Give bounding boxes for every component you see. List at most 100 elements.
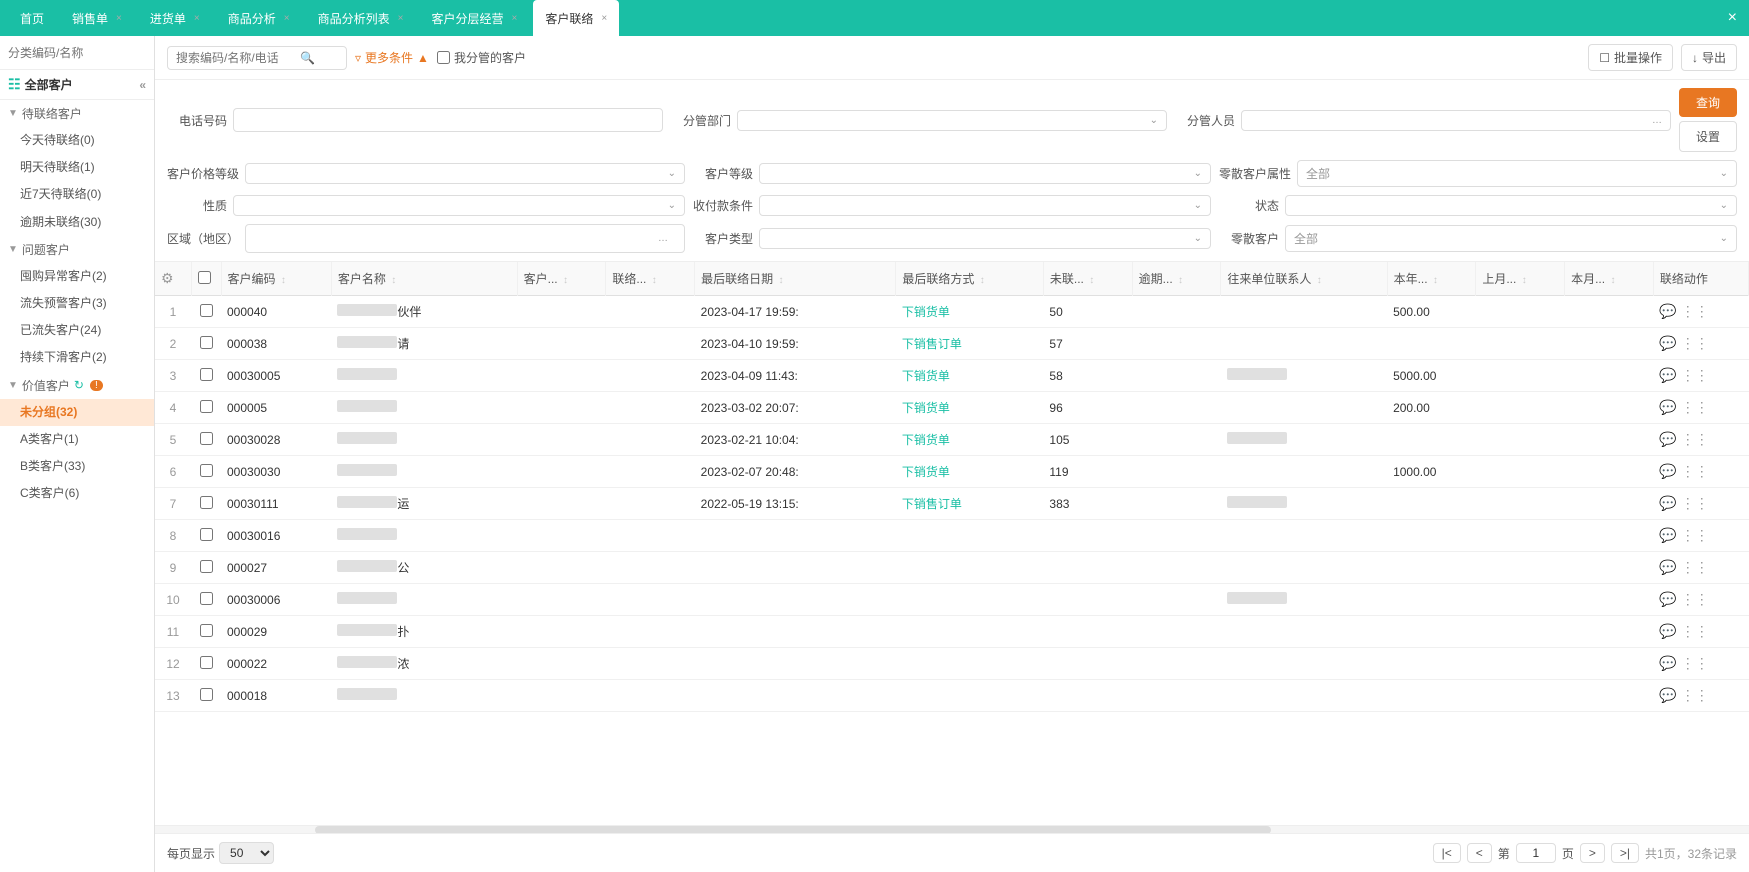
message-icon[interactable]: 💬 (1659, 399, 1676, 416)
more-actions-icon[interactable]: ⋮⋮ (1681, 367, 1709, 384)
contact-sort-icon[interactable]: ↕ (652, 275, 657, 286)
nav-tab-analysis-list-close[interactable]: × (398, 13, 404, 24)
per-page-select[interactable]: 50 100 200 (219, 842, 274, 864)
sidebar-group-pending[interactable]: ▼ 待联络客户 (0, 100, 154, 127)
name-sort-icon[interactable]: ↕ (391, 275, 396, 286)
last-month-sort-icon[interactable]: ↕ (1522, 275, 1527, 286)
unit-contact-sort-icon[interactable]: ↕ (1317, 275, 1322, 286)
nav-tab-home[interactable]: 首页 (8, 0, 56, 36)
sidebar-item-churn-warning[interactable]: 流失预警客户(3) (0, 290, 154, 317)
payment-select[interactable]: ⌄ (759, 195, 1211, 216)
nav-tab-customer-tier-close[interactable]: × (511, 13, 517, 24)
more-actions-icon[interactable]: ⋮⋮ (1681, 495, 1709, 512)
row-checkbox[interactable] (200, 368, 213, 381)
contact-method-link[interactable]: 下销货单 (902, 369, 950, 383)
export-button[interactable]: ↓ 导出 (1681, 44, 1737, 71)
code-sort-icon[interactable]: ↕ (281, 275, 286, 286)
search-input[interactable] (176, 51, 296, 65)
nav-tab-sales-close[interactable]: × (116, 13, 122, 24)
row-checkbox[interactable] (200, 336, 213, 349)
nav-tab-customer-contact[interactable]: 客户联络 × (533, 0, 619, 36)
sidebar-item-today-pending[interactable]: 今天待联络(0) (0, 127, 154, 154)
retail-customer-select[interactable]: 全部 ⌄ (1285, 225, 1737, 252)
row-checkbox[interactable] (200, 400, 213, 413)
row-checkbox[interactable] (200, 464, 213, 477)
sidebar-item-class-b[interactable]: B类客户(33) (0, 453, 154, 480)
first-page-button[interactable]: |< (1433, 843, 1461, 863)
sidebar-item-ungrouped[interactable]: 未分组(32) (0, 399, 154, 426)
nav-tab-purchase-close[interactable]: × (194, 13, 200, 24)
nav-tab-customer-tier[interactable]: 客户分层经营 × (419, 0, 529, 36)
uncontacted-sort-icon[interactable]: ↕ (1089, 275, 1094, 286)
row-checkbox[interactable] (200, 560, 213, 573)
message-icon[interactable]: 💬 (1659, 591, 1676, 608)
sidebar-item-overdue-contact[interactable]: 逾期未联络(30) (0, 209, 154, 236)
customer-type-select[interactable]: ⌄ (759, 228, 1211, 249)
message-icon[interactable]: 💬 (1659, 367, 1676, 384)
row-checkbox[interactable] (200, 688, 213, 701)
close-all-tabs-button[interactable]: × (1724, 5, 1741, 31)
sidebar-item-class-c[interactable]: C类客户(6) (0, 480, 154, 507)
message-icon[interactable]: 💬 (1659, 527, 1676, 544)
row-checkbox[interactable] (200, 592, 213, 605)
my-customers-checkbox-container[interactable]: 我分管的客户 (437, 49, 526, 66)
dept-select[interactable]: ⌄ (737, 110, 1167, 131)
region-select[interactable]: … (245, 224, 685, 253)
message-icon[interactable]: 💬 (1659, 495, 1676, 512)
next-page-button[interactable]: > (1580, 843, 1605, 863)
manager-select[interactable]: … (1241, 110, 1671, 131)
nature-select[interactable]: ⌄ (233, 195, 685, 216)
nav-tab-customer-contact-close[interactable]: × (601, 13, 607, 24)
select-all-checkbox[interactable] (198, 271, 211, 284)
message-icon[interactable]: 💬 (1659, 623, 1676, 640)
price-level-select[interactable]: ⌄ (245, 163, 685, 184)
row-checkbox[interactable] (200, 528, 213, 541)
contact-method-link[interactable]: 下销货单 (902, 433, 950, 447)
sidebar-all-customers[interactable]: ☷ 全部客户 « (0, 70, 154, 100)
message-icon[interactable]: 💬 (1659, 463, 1676, 480)
contact-method-link[interactable]: 下销货单 (902, 465, 950, 479)
type-sort-icon[interactable]: ↕ (563, 275, 568, 286)
nav-tab-analysis-close[interactable]: × (284, 13, 290, 24)
sidebar-group-value[interactable]: ▼ 价值客户 ↻ ! (0, 372, 154, 399)
prev-page-button[interactable]: < (1467, 843, 1492, 863)
reset-button[interactable]: 设置 (1679, 121, 1737, 152)
more-actions-icon[interactable]: ⋮⋮ (1681, 303, 1709, 320)
more-actions-icon[interactable]: ⋮⋮ (1681, 527, 1709, 544)
overdue-sort-icon[interactable]: ↕ (1178, 275, 1183, 286)
more-conditions-button[interactable]: ▿ 更多条件 ▲ (355, 49, 429, 66)
contact-method-link[interactable]: 下销售订单 (902, 337, 962, 351)
page-input[interactable] (1516, 843, 1556, 863)
more-actions-icon[interactable]: ⋮⋮ (1681, 559, 1709, 576)
batch-ops-button[interactable]: ☐ 批量操作 (1588, 44, 1673, 71)
more-actions-icon[interactable]: ⋮⋮ (1681, 623, 1709, 640)
sidebar-group-problem[interactable]: ▼ 问题客户 (0, 236, 154, 263)
row-checkbox[interactable] (200, 496, 213, 509)
sidebar-item-class-a[interactable]: A类客户(1) (0, 426, 154, 453)
message-icon[interactable]: 💬 (1659, 303, 1676, 320)
contact-method-link[interactable]: 下销货单 (902, 305, 950, 319)
sidebar-item-hoarding-anomaly[interactable]: 囤购异常客户(2) (0, 263, 154, 290)
message-icon[interactable]: 💬 (1659, 559, 1676, 576)
row-checkbox[interactable] (200, 304, 213, 317)
sidebar-item-declining[interactable]: 持续下滑客户(2) (0, 344, 154, 371)
more-actions-icon[interactable]: ⋮⋮ (1681, 335, 1709, 352)
this-month-sort-icon[interactable]: ↕ (1610, 275, 1615, 286)
last-contact-date-sort-icon[interactable]: ↕ (779, 275, 784, 286)
this-year-sort-icon[interactable]: ↕ (1433, 275, 1438, 286)
retail-attr-select[interactable]: 全部 ⌄ (1297, 160, 1737, 187)
contact-method-link[interactable]: 下销货单 (902, 401, 950, 415)
more-actions-icon[interactable]: ⋮⋮ (1681, 463, 1709, 480)
more-actions-icon[interactable]: ⋮⋮ (1681, 687, 1709, 704)
more-actions-icon[interactable]: ⋮⋮ (1681, 431, 1709, 448)
row-checkbox[interactable] (200, 624, 213, 637)
contact-method-link[interactable]: 下销售订单 (902, 497, 962, 511)
more-actions-icon[interactable]: ⋮⋮ (1681, 591, 1709, 608)
nav-tab-sales[interactable]: 销售单 × (60, 0, 134, 36)
message-icon[interactable]: 💬 (1659, 655, 1676, 672)
search-icon[interactable]: 🔍 (300, 51, 315, 65)
nav-tab-analysis-list[interactable]: 商品分析列表 × (306, 0, 416, 36)
more-actions-icon[interactable]: ⋮⋮ (1681, 655, 1709, 672)
sidebar-collapse-button[interactable]: « (139, 78, 146, 92)
sidebar-item-tomorrow-pending[interactable]: 明天待联络(1) (0, 154, 154, 181)
